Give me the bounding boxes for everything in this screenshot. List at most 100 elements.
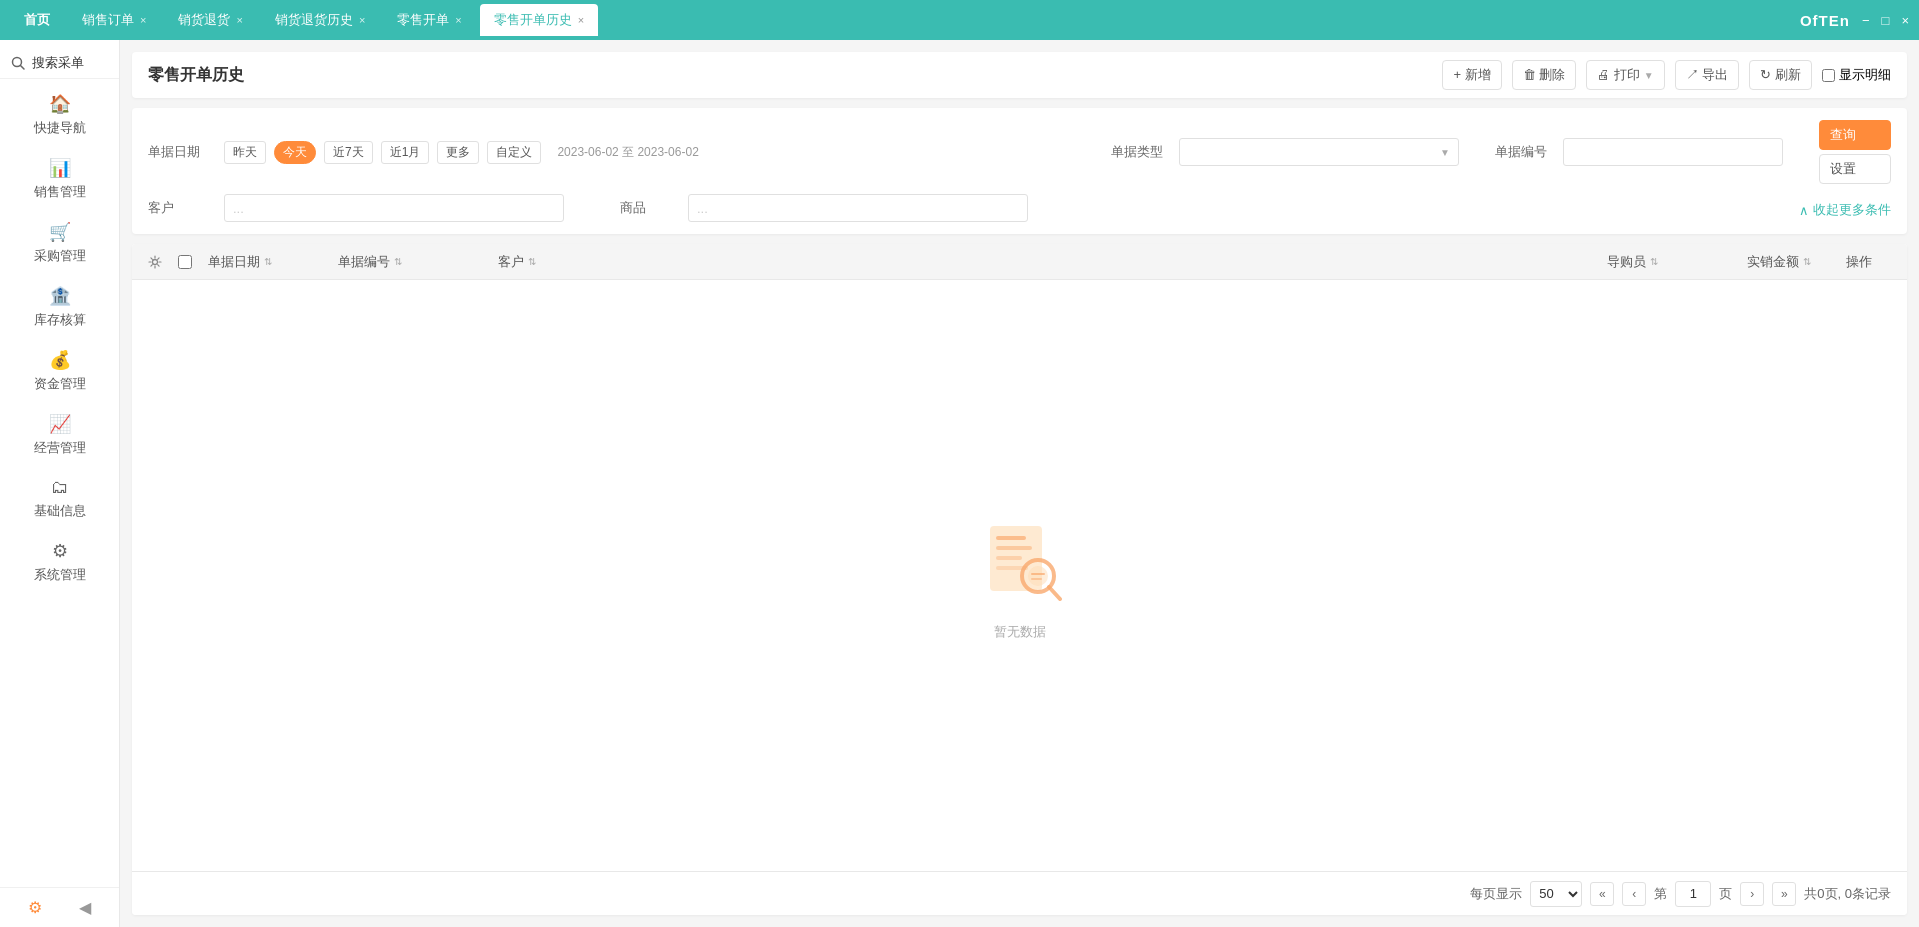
export-button[interactable]: ↗ 导出 bbox=[1675, 60, 1740, 90]
tab-retail-history[interactable]: 零售开单历史 × bbox=[480, 4, 598, 36]
col-header-date[interactable]: 单据日期 ⇅ bbox=[200, 253, 330, 271]
print-dropdown-icon[interactable]: ▼ bbox=[1644, 70, 1654, 81]
display-detail-toggle[interactable]: 显示明细 bbox=[1822, 66, 1891, 84]
settings-button[interactable]: 设置 bbox=[1819, 154, 1891, 184]
tab-sales-return-close[interactable]: × bbox=[236, 14, 242, 26]
refresh-button[interactable]: ↻ 刷新 bbox=[1749, 60, 1812, 90]
first-page-btn[interactable]: « bbox=[1590, 882, 1614, 906]
customer-dots: ... bbox=[233, 201, 244, 216]
brand-name: OfTEn bbox=[1800, 12, 1850, 29]
tab-sales-return-history-close[interactable]: × bbox=[359, 14, 365, 26]
top-navigation: 首页 销售订单 × 销货退货 × 销货退货历史 × 零售开单 × 零售开单历史 … bbox=[0, 0, 1919, 40]
sidebar-search[interactable]: 搜索采单 bbox=[0, 48, 119, 79]
print-button[interactable]: 🖨 打印 ▼ bbox=[1586, 60, 1665, 90]
sales-icon: 📊 bbox=[49, 157, 71, 179]
page-number-input[interactable] bbox=[1675, 881, 1711, 907]
per-page-select[interactable]: 20 50 100 200 bbox=[1530, 881, 1582, 907]
print-label: 🖨 打印 bbox=[1597, 66, 1640, 84]
sidebar-item-finance[interactable]: 💰 资金管理 bbox=[0, 339, 119, 403]
delete-button[interactable]: 🗑 删除 bbox=[1512, 60, 1577, 90]
col-header-action: 操作 bbox=[1819, 253, 1899, 271]
sidebar-collapse-btn[interactable]: ◀ bbox=[79, 898, 91, 917]
main-layout: 搜索采单 🏠 快捷导航 📊 销售管理 🛒 采购管理 🏦 库存核算 💰 资金管理 … bbox=[0, 40, 1919, 927]
page-summary: 共0页, 0条记录 bbox=[1804, 885, 1891, 903]
sidebar-item-sales[interactable]: 📊 销售管理 bbox=[0, 147, 119, 211]
tab-retail-order-close[interactable]: × bbox=[455, 14, 461, 26]
query-button[interactable]: 查询 bbox=[1819, 120, 1891, 150]
today-btn[interactable]: 今天 bbox=[274, 141, 316, 164]
sidebar-item-inventory[interactable]: 🏦 库存核算 bbox=[0, 275, 119, 339]
col-header-salesperson[interactable]: 导购员 ⇅ bbox=[1599, 253, 1699, 271]
sidebar-item-operations[interactable]: 📈 经营管理 bbox=[0, 403, 119, 467]
window-maximize[interactable]: □ bbox=[1882, 13, 1890, 28]
col-no-sort-icon[interactable]: ⇅ bbox=[394, 256, 402, 267]
column-settings-btn[interactable] bbox=[140, 255, 170, 269]
sidebar-item-shortcuts[interactable]: 🏠 快捷导航 bbox=[0, 83, 119, 147]
page-word: 第 bbox=[1654, 885, 1667, 903]
col-header-customer[interactable]: 客户 ⇅ bbox=[490, 253, 1599, 271]
filter-type-group: 单据类型 ▼ bbox=[1111, 138, 1459, 166]
sidebar-settings-btn[interactable]: ⚙ bbox=[28, 898, 42, 917]
system-icon: ⚙ bbox=[52, 540, 68, 562]
sidebar-bottom: ⚙ ◀ bbox=[0, 887, 119, 927]
svg-rect-6 bbox=[996, 556, 1022, 560]
custom-date-btn[interactable]: 自定义 bbox=[487, 141, 541, 164]
prev-page-btn[interactable]: ‹ bbox=[1622, 882, 1646, 906]
svg-point-2 bbox=[153, 259, 158, 264]
sidebar-item-system[interactable]: ⚙ 系统管理 bbox=[0, 530, 119, 594]
sidebar-search-label: 搜索采单 bbox=[32, 54, 84, 72]
col-header-no[interactable]: 单据编号 ⇅ bbox=[330, 253, 490, 271]
home-tab[interactable]: 首页 bbox=[10, 11, 64, 29]
goods-filter-group: 商品 ... bbox=[620, 194, 1028, 222]
empty-state: 暂无数据 bbox=[132, 280, 1907, 871]
inventory-icon: 🏦 bbox=[49, 285, 71, 307]
col-customer-sort-icon[interactable]: ⇅ bbox=[528, 256, 536, 267]
col-header-amount[interactable]: 实销金额 ⇅ bbox=[1699, 253, 1819, 271]
tab-retail-history-close[interactable]: × bbox=[578, 14, 584, 26]
tab-sales-order-label: 销售订单 bbox=[82, 11, 134, 29]
col-amount-sort-icon[interactable]: ⇅ bbox=[1803, 256, 1811, 267]
month-btn[interactable]: 近1月 bbox=[381, 141, 430, 164]
last-page-btn[interactable]: » bbox=[1772, 882, 1796, 906]
display-detail-checkbox[interactable] bbox=[1822, 69, 1835, 82]
page-header: 零售开单历史 + 新增 🗑 删除 🖨 打印 ▼ ↗ 导出 ↻ 刷新 显示明细 bbox=[132, 52, 1907, 98]
type-select-arrow: ▼ bbox=[1440, 147, 1450, 158]
tab-sales-return-history[interactable]: 销货退货历史 × bbox=[261, 4, 379, 36]
col-salesperson-label: 导购员 bbox=[1607, 253, 1646, 271]
col-date-sort-icon[interactable]: ⇅ bbox=[264, 256, 272, 267]
tab-sales-return[interactable]: 销货退货 × bbox=[164, 4, 256, 36]
collapse-chevron-icon: ∧ bbox=[1799, 203, 1809, 218]
window-close[interactable]: × bbox=[1901, 13, 1909, 28]
finance-icon: 💰 bbox=[49, 349, 71, 371]
table-area: 单据日期 ⇅ 单据编号 ⇅ 客户 ⇅ 导购员 ⇅ 实销金额 ⇅ bbox=[132, 244, 1907, 915]
sidebar-item-basic-info[interactable]: 🗂 基础信息 bbox=[0, 467, 119, 530]
sidebar-inventory-label: 库存核算 bbox=[34, 311, 86, 329]
svg-point-9 bbox=[1028, 566, 1048, 586]
goods-select[interactable]: ... bbox=[688, 194, 1028, 222]
date-range-text: 2023-06-02 至 2023-06-02 bbox=[557, 144, 698, 161]
sidebar-system-label: 系统管理 bbox=[34, 566, 86, 584]
col-salesperson-sort-icon[interactable]: ⇅ bbox=[1650, 256, 1658, 267]
select-all-checkbox-cell[interactable] bbox=[170, 255, 200, 269]
date-filter-group: 昨天 今天 近7天 近1月 更多 自定义 bbox=[224, 141, 541, 164]
collapse-button[interactable]: ∧ 收起更多条件 bbox=[1799, 201, 1891, 219]
window-minimize[interactable]: − bbox=[1862, 13, 1870, 28]
filter-row-customer: 客户 ... 商品 ... ∧ 收起更多条件 bbox=[148, 194, 1891, 222]
week-btn[interactable]: 近7天 bbox=[324, 141, 373, 164]
select-all-checkbox[interactable] bbox=[178, 255, 192, 269]
tab-retail-order[interactable]: 零售开单 × bbox=[383, 4, 475, 36]
add-button[interactable]: + 新增 bbox=[1442, 60, 1501, 90]
filter-row-date: 单据日期 昨天 今天 近7天 近1月 更多 自定义 2023-06-02 至 2… bbox=[148, 120, 1891, 184]
table-header: 单据日期 ⇅ 单据编号 ⇅ 客户 ⇅ 导购员 ⇅ 实销金额 ⇅ bbox=[132, 244, 1907, 280]
customer-select[interactable]: ... bbox=[224, 194, 564, 222]
tab-sales-order-close[interactable]: × bbox=[140, 14, 146, 26]
more-date-btn[interactable]: 更多 bbox=[437, 141, 479, 164]
number-input[interactable] bbox=[1563, 138, 1783, 166]
sidebar-item-purchase[interactable]: 🛒 采购管理 bbox=[0, 211, 119, 275]
per-page-label: 每页显示 bbox=[1470, 885, 1522, 903]
next-page-btn[interactable]: › bbox=[1740, 882, 1764, 906]
operations-icon: 📈 bbox=[49, 413, 71, 435]
tab-sales-order[interactable]: 销售订单 × bbox=[68, 4, 160, 36]
type-select[interactable]: ▼ bbox=[1179, 138, 1459, 166]
yesterday-btn[interactable]: 昨天 bbox=[224, 141, 266, 164]
